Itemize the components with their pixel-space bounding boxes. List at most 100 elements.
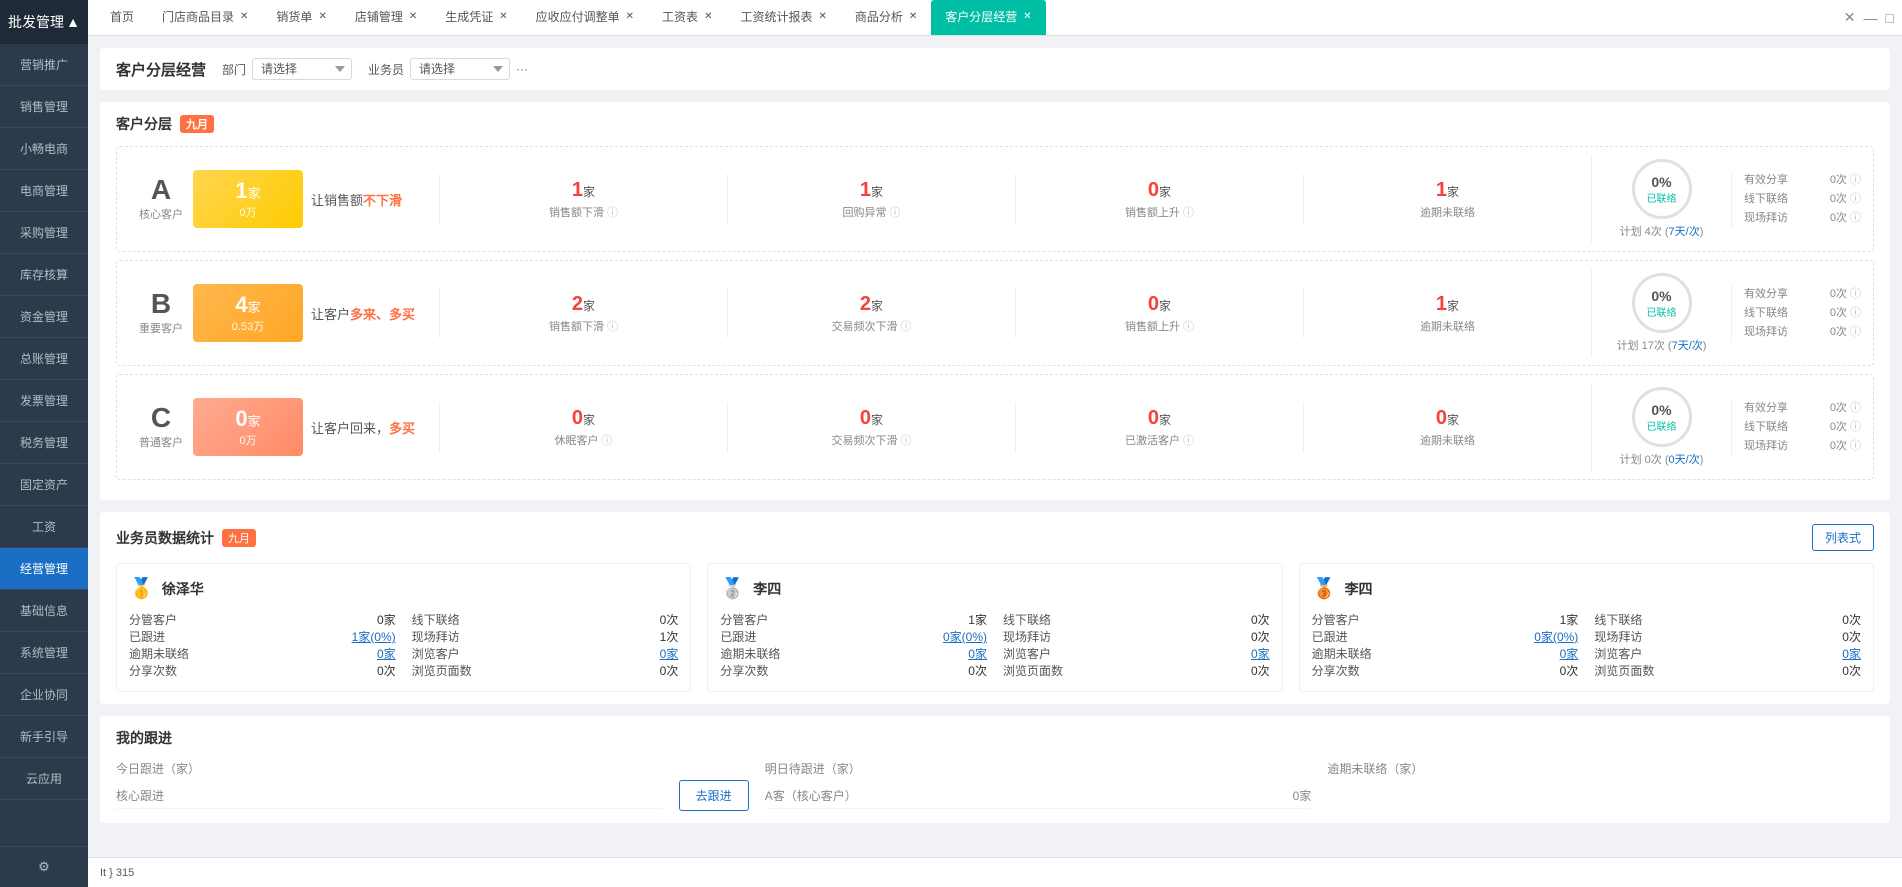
tier-row-C: C 普通客户 0家 0万 让客户回来，多买 0家 休眠客户 ⓘ 0家 交易频次下… [116, 374, 1874, 480]
sidebar-item-固定资产[interactable]: 固定资产 [0, 464, 88, 506]
tab-close-客户分层经营[interactable]: ✕ [1023, 11, 1031, 22]
staff-stat-分管客户: 分管客户 0家 [129, 611, 396, 628]
customer-section-title: 客户分层 九月 [116, 114, 1874, 134]
tab-店铺管理[interactable]: 店铺管理✕ [341, 0, 431, 35]
staff-stat-线下联络: 线下联络 0次 [1594, 611, 1861, 628]
sidebar-item-系统管理[interactable]: 系统管理 [0, 632, 88, 674]
staff-stat-现场拜访: 现场拜访 1次 [412, 628, 679, 645]
sidebar-header[interactable]: 批发管理 ▲ [0, 0, 88, 44]
tab-应收应付调整单[interactable]: 应收应付调整单✕ [522, 0, 648, 35]
tab-close-应收应付调整单[interactable]: ✕ [626, 11, 634, 22]
today-followup-title: 今日跟进（家） [116, 760, 663, 777]
sidebar-item-工资[interactable]: 工资 [0, 506, 88, 548]
tab-bar: 首页门店商品目录✕销货单✕店铺管理✕生成凭证✕应收应付调整单✕工资表✕工资统计报… [88, 0, 1902, 36]
tier-side-stats-B: 有效分享 0次 ⓘ 线下联络 0次 ⓘ 现场拜访 0次 ⓘ [1731, 285, 1861, 342]
tab-工资表[interactable]: 工资表✕ [648, 0, 726, 35]
tier-count-B: 4家 0.53万 [193, 284, 303, 342]
staff-card-徐泽华: 🥇 徐泽华 分管客户 0家 已跟进 1家(0%) 逾期未联络 0家 分享次数 0… [116, 563, 691, 692]
staff-select[interactable]: 请选择 [410, 58, 510, 80]
tomorrow-followup-col: 明日待跟进（家） A客（核心客户） 0家 [765, 760, 1312, 809]
tab-生成凭证[interactable]: 生成凭证✕ [431, 0, 521, 35]
tier-side-stat-线下联络: 线下联络 0次 ⓘ [1744, 418, 1861, 434]
staff-name: 徐泽华 [162, 579, 204, 599]
page-title: 客户分层经营 [116, 59, 206, 80]
sidebar-item-采购管理[interactable]: 采购管理 [0, 212, 88, 254]
staff-header-李四: 🥈 李四 [720, 576, 1269, 601]
close-all-icon[interactable]: ✕ [1844, 9, 1856, 26]
staff-header-徐泽华: 🥇 徐泽华 [129, 576, 678, 601]
today-followup-col: 今日跟进（家） 核心跟进 [116, 760, 663, 809]
goto-followup-col: 去跟进 [679, 760, 749, 811]
sidebar-item-云应用[interactable]: 云应用 [0, 758, 88, 800]
tier-stat-已激活客户: 0家 已激活客户 ⓘ [1015, 402, 1303, 452]
customer-section: 客户分层 九月 A 核心客户 1家 0万 让销售额不下滑 1家 销售额下滑 ⓘ … [100, 102, 1890, 500]
minimize-icon[interactable]: — [1864, 10, 1878, 26]
tier-side-stats-A: 有效分享 0次 ⓘ 线下联络 0次 ⓘ 现场拜访 0次 ⓘ [1731, 171, 1861, 228]
staff-section-header: 业务员数据统计 九月 列表式 [116, 524, 1874, 551]
staff-stat-分享次数: 分享次数 0次 [720, 662, 987, 679]
sidebar-collapse-icon[interactable]: ▲ [66, 14, 80, 30]
sidebar-item-企业协同[interactable]: 企业协同 [0, 674, 88, 716]
tier-circle-B: 0% 已联络 [1632, 273, 1692, 333]
content-area: 客户分层经营 部门 请选择 业务员 请选择 ··· 客户分层 九月 [88, 36, 1902, 887]
sidebar-item-资金管理[interactable]: 资金管理 [0, 296, 88, 338]
tier-label-B: B 重要客户 [129, 290, 193, 336]
tier-count-A: 1家 0万 [193, 170, 303, 228]
staff-section: 业务员数据统计 九月 列表式 🥇 徐泽华 分管客户 0家 已跟进 1家(0%) … [100, 512, 1890, 704]
sidebar-item-新手引导[interactable]: 新手引导 [0, 716, 88, 758]
tier-side-stat-现场拜访: 现场拜访 0次 ⓘ [1744, 209, 1861, 225]
tab-销货单[interactable]: 销货单✕ [262, 0, 340, 35]
dept-filter: 部门 请选择 [222, 58, 352, 80]
tomorrow-rows: A客（核心客户） 0家 [765, 783, 1312, 809]
filter-more-icon[interactable]: ··· [516, 62, 528, 76]
tab-close-销货单[interactable]: ✕ [318, 11, 326, 22]
sidebar-item-销售管理[interactable]: 销售管理 [0, 86, 88, 128]
staff-stat-现场拜访: 现场拜访 0次 [1594, 628, 1861, 645]
tier-stat-销售额上升: 0家 销售额上升 ⓘ [1015, 288, 1303, 338]
sidebar-item-电商管理[interactable]: 电商管理 [0, 170, 88, 212]
tier-side-stat-现场拜访: 现场拜访 0次 ⓘ [1744, 323, 1861, 339]
tier-stat-逾期未联络: 0家 逾期未联络 [1303, 402, 1591, 452]
staff-stat-浏览客户: 浏览客户 0家 [1594, 645, 1861, 662]
tier-side-stat-有效分享: 有效分享 0次 ⓘ [1744, 171, 1861, 187]
sidebar-item-库存核算[interactable]: 库存核算 [0, 254, 88, 296]
tab-close-门店商品目录[interactable]: ✕ [240, 11, 248, 22]
sidebar-item-总账管理[interactable]: 总账管理 [0, 338, 88, 380]
sidebar-item-基础信息[interactable]: 基础信息 [0, 590, 88, 632]
sidebar-settings[interactable]: ⚙ [0, 846, 88, 887]
tier-label-C: C 普通客户 [129, 404, 193, 450]
list-view-button[interactable]: 列表式 [1812, 524, 1874, 551]
tab-客户分层经营[interactable]: 客户分层经营✕ [931, 0, 1045, 35]
tier-slogan-B: 让客户多来、多买 [311, 304, 431, 323]
sidebar-item-税务管理[interactable]: 税务管理 [0, 422, 88, 464]
tier-plan-C: 计划 0次 (0天/次) [1620, 451, 1704, 467]
staff-header-李四: 🥉 李四 [1312, 576, 1861, 601]
tier-stats-B: 2家 销售额下滑 ⓘ 2家 交易频次下滑 ⓘ 0家 销售额上升 ⓘ 1家 逾期未… [439, 288, 1591, 338]
tab-close-商品分析[interactable]: ✕ [909, 11, 917, 22]
tomorrow-followup-title: 明日待跟进（家） [765, 760, 1312, 777]
tier-stat-逾期未联络: 1家 逾期未联络 [1303, 288, 1591, 338]
maximize-icon[interactable]: □ [1886, 10, 1894, 26]
sidebar-item-发票管理[interactable]: 发票管理 [0, 380, 88, 422]
tab-close-工资表[interactable]: ✕ [704, 11, 712, 22]
tab-close-生成凭证[interactable]: ✕ [499, 11, 507, 22]
staff-stat-已跟进: 已跟进 0家(0%) [1312, 628, 1579, 645]
sidebar-item-营销推广[interactable]: 营销推广 [0, 44, 88, 86]
staff-stats-left: 分管客户 1家 已跟进 0家(0%) 逾期未联络 0家 分享次数 0次 [1312, 611, 1579, 679]
tab-工资统计报表[interactable]: 工资统计报表✕ [726, 0, 840, 35]
staff-stat-已跟进: 已跟进 1家(0%) [129, 628, 396, 645]
tab-close-店铺管理[interactable]: ✕ [409, 11, 417, 22]
goto-followup-button[interactable]: 去跟进 [679, 780, 749, 811]
tab-首页[interactable]: 首页 [96, 0, 148, 35]
tier-plan-B: 计划 17次 (7天/次) [1617, 337, 1707, 353]
tab-商品分析[interactable]: 商品分析✕ [841, 0, 931, 35]
staff-stat-线下联络: 线下联络 0次 [412, 611, 679, 628]
tab-bar-actions[interactable]: ✕ — □ [1844, 9, 1894, 26]
tier-stat-销售额上升: 0家 销售额上升 ⓘ [1015, 174, 1303, 224]
staff-stat-分管客户: 分管客户 1家 [1312, 611, 1579, 628]
sidebar-item-经营管理[interactable]: 经营管理 [0, 548, 88, 590]
tab-close-工资统计报表[interactable]: ✕ [818, 11, 826, 22]
dept-select[interactable]: 请选择 [252, 58, 352, 80]
tab-门店商品目录[interactable]: 门店商品目录✕ [148, 0, 262, 35]
sidebar-item-小畅电商[interactable]: 小畅电商 [0, 128, 88, 170]
